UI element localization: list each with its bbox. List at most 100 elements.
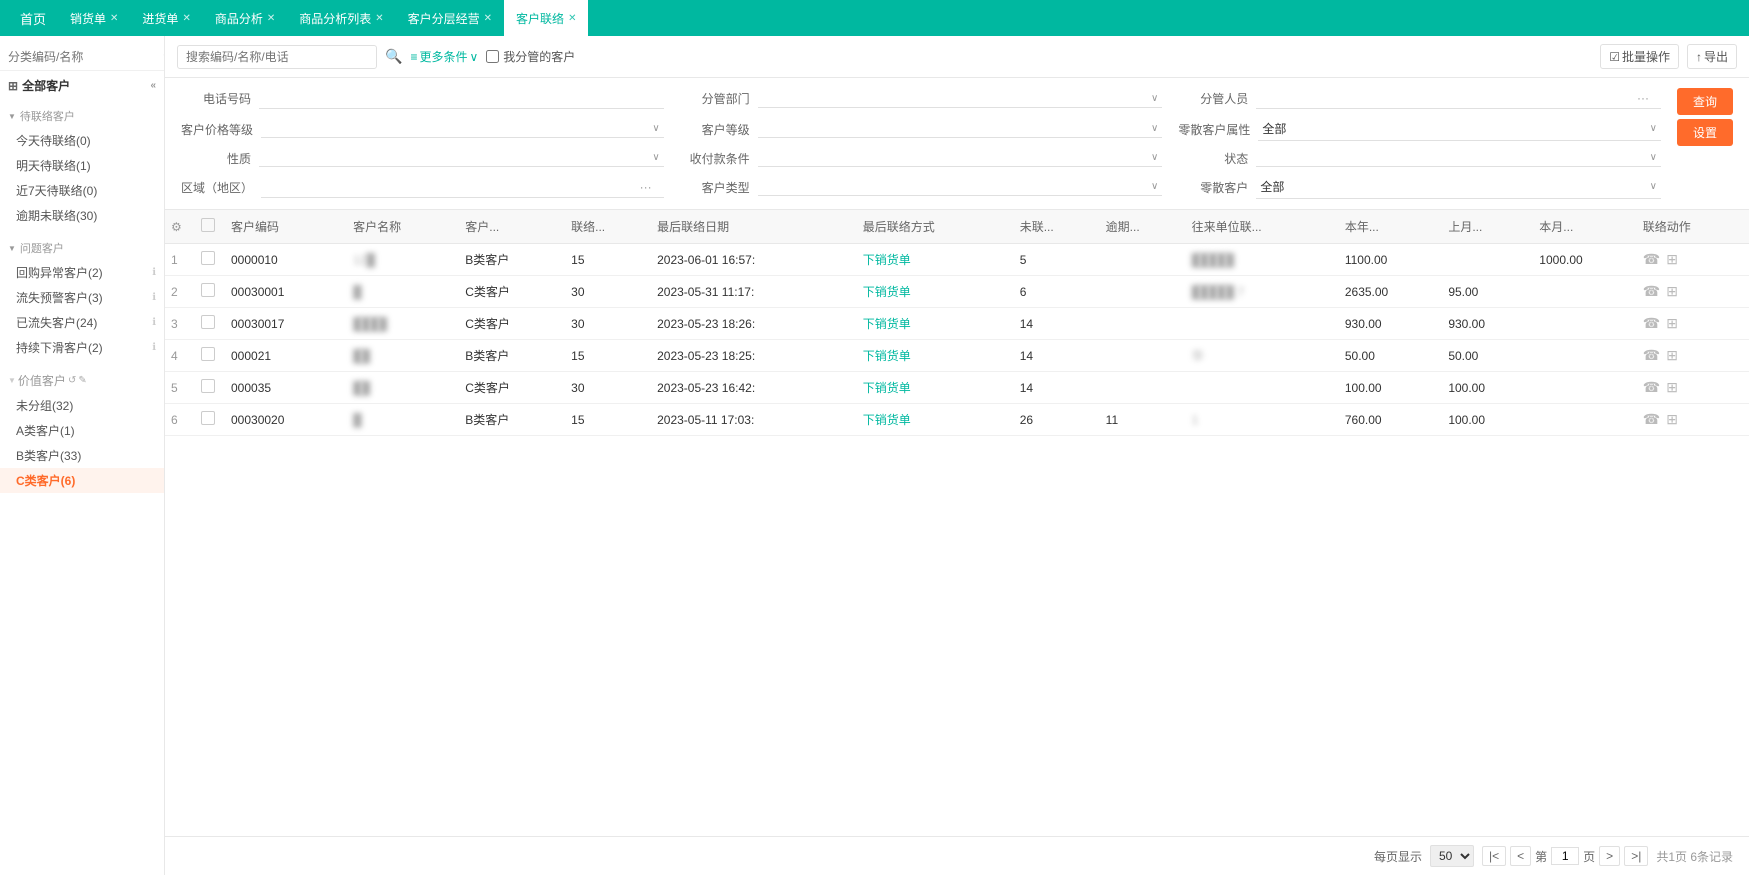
dots-icon[interactable]: ··· xyxy=(640,180,660,194)
filter-payment-select[interactable]: ∨ xyxy=(758,149,1163,167)
sidebar-search-bar[interactable]: 🔍 xyxy=(0,44,164,71)
row-actions: ☎ ⊞ xyxy=(1637,340,1749,372)
nav-customer-contact[interactable]: 客户联络 ✕ xyxy=(504,0,588,36)
row-last-contact-method[interactable]: 下销货单 xyxy=(857,372,1014,404)
nav-close-purchase[interactable]: ✕ xyxy=(182,13,190,24)
setting-button[interactable]: 设置 xyxy=(1677,119,1733,146)
row-checkbox[interactable] xyxy=(201,347,215,361)
sidebar-item-class-b[interactable]: B类客户(33) xyxy=(0,443,164,468)
refresh-icon[interactable]: ↺ xyxy=(68,375,76,386)
row-checkbox-cell[interactable] xyxy=(195,276,225,308)
th-last-contact-date: 最后联络日期 xyxy=(651,210,857,244)
row-checkbox-cell[interactable] xyxy=(195,372,225,404)
filter-customer-type-select[interactable]: ∨ xyxy=(758,178,1163,196)
filter-phone-input[interactable] xyxy=(259,88,664,109)
sidebar-item-churn-warning[interactable]: 流失预警客户(3) ℹ xyxy=(0,285,164,310)
contact-action-icon[interactable]: ☎ xyxy=(1643,315,1660,332)
nav-product-list[interactable]: 商品分析列表 ✕ xyxy=(287,0,395,36)
filter-retail-customer-select[interactable]: 全部 ∨ xyxy=(1256,175,1661,199)
first-page-button[interactable]: |< xyxy=(1482,846,1506,866)
more-action-icon[interactable]: ⊞ xyxy=(1666,411,1678,428)
row-last-contact-method[interactable]: 下销货单 xyxy=(857,276,1014,308)
row-checkbox[interactable] xyxy=(201,379,215,393)
row-last-contact-method[interactable]: 下销货单 xyxy=(857,340,1014,372)
nav-product-analysis[interactable]: 商品分析 ✕ xyxy=(203,0,287,36)
sidebar-item-declining[interactable]: 持续下滑客户(2) ℹ xyxy=(0,335,164,360)
more-action-icon[interactable]: ⊞ xyxy=(1666,347,1678,364)
filter-nature-select[interactable]: ∨ xyxy=(259,149,664,167)
row-checkbox[interactable] xyxy=(201,283,215,297)
row-checkbox-cell[interactable] xyxy=(195,244,225,276)
nav-close-customer-contact[interactable]: ✕ xyxy=(568,13,576,24)
filter-customer-level-select[interactable]: ∨ xyxy=(758,120,1163,138)
last-page-button[interactable]: >| xyxy=(1624,846,1648,866)
select-all-checkbox[interactable] xyxy=(201,218,215,232)
sidebar-item-churned[interactable]: 已流失客户(24) ℹ xyxy=(0,310,164,335)
contact-action-icon[interactable]: ☎ xyxy=(1643,411,1660,428)
sidebar-item-class-a[interactable]: A类客户(1) xyxy=(0,418,164,443)
nav-purchase[interactable]: 进货单 ✕ xyxy=(130,0,202,36)
th-settings[interactable]: ⚙ xyxy=(165,210,195,244)
sidebar-section-pending-title[interactable]: 待联络客户 xyxy=(0,104,164,128)
row-checkbox-cell[interactable] xyxy=(195,308,225,340)
more-action-icon[interactable]: ⊞ xyxy=(1666,283,1678,300)
more-conditions-button[interactable]: ≡ 更多条件 ∨ xyxy=(410,48,478,65)
edit-icon[interactable]: ✎ xyxy=(78,375,86,386)
row-checkbox-cell[interactable] xyxy=(195,404,225,436)
nav-sales[interactable]: 销货单 ✕ xyxy=(58,0,130,36)
page-input[interactable] xyxy=(1551,847,1579,865)
sidebar-collapse-icon[interactable]: « xyxy=(150,80,156,91)
row-last-contact-method[interactable]: 下销货单 xyxy=(857,244,1014,276)
filter-price-level-select[interactable]: ∨ xyxy=(261,120,664,138)
row-checkbox[interactable] xyxy=(201,411,215,425)
total-info: 共1页 6条记录 xyxy=(1656,848,1733,865)
filter-retail-attr-select[interactable]: 全部 ∨ xyxy=(1258,117,1661,141)
row-last-contact-method[interactable]: 下销货单 xyxy=(857,404,1014,436)
query-button[interactable]: 查询 xyxy=(1677,88,1733,115)
sidebar-item-today[interactable]: 今天待联络(0) xyxy=(0,128,164,153)
row-checkbox-cell[interactable] xyxy=(195,340,225,372)
filter-dept-select[interactable]: ∨ xyxy=(758,90,1163,108)
row-checkbox[interactable] xyxy=(201,315,215,329)
sidebar-search-input[interactable] xyxy=(8,50,163,64)
contact-action-icon[interactable]: ☎ xyxy=(1643,283,1660,300)
sidebar-item-7days[interactable]: 近7天待联络(0) xyxy=(0,178,164,203)
sidebar-all-customers[interactable]: ⊞ 全部客户 « xyxy=(0,71,164,100)
sidebar-item-unclassified[interactable]: 未分组(32) xyxy=(0,393,164,418)
row-last-contact-method[interactable]: 下销货单 xyxy=(857,308,1014,340)
filter-status-select[interactable]: ∨ xyxy=(1256,149,1661,167)
sidebar-section-problem-title[interactable]: 问题客户 xyxy=(0,236,164,260)
more-action-icon[interactable]: ⊞ xyxy=(1666,251,1678,268)
next-page-button[interactable]: > xyxy=(1599,846,1620,866)
more-action-icon[interactable]: ⊞ xyxy=(1666,315,1678,332)
more-action-icon[interactable]: ⊞ xyxy=(1666,379,1678,396)
contact-action-icon[interactable]: ☎ xyxy=(1643,347,1660,364)
my-customers-checkbox-label[interactable]: 我分管的客户 xyxy=(486,48,575,65)
export-button[interactable]: ↑ 导出 xyxy=(1687,44,1737,69)
filter-retail-attr: 零散客户属性 全部 ∨ xyxy=(1178,117,1661,141)
search-button[interactable]: 🔍 xyxy=(385,48,402,65)
sidebar-item-class-c[interactable]: C类客户(6) xyxy=(0,468,164,493)
my-customers-checkbox[interactable] xyxy=(486,50,499,63)
filter-region-select[interactable]: ··· xyxy=(261,177,664,198)
per-page-select[interactable]: 50 xyxy=(1430,845,1474,867)
batch-operation-button[interactable]: ☑ 批量操作 xyxy=(1600,44,1679,69)
nav-close-customer-segment[interactable]: ✕ xyxy=(484,13,492,24)
row-checkbox[interactable] xyxy=(201,251,215,265)
sidebar-item-repurchase-abnormal[interactable]: 回购异常客户(2) ℹ xyxy=(0,260,164,285)
th-checkbox[interactable] xyxy=(195,210,225,244)
nav-close-product-list[interactable]: ✕ xyxy=(375,13,383,24)
nav-home[interactable]: 首页 xyxy=(8,0,58,36)
sidebar-item-overdue[interactable]: 逾期未联络(30) xyxy=(0,203,164,228)
contact-action-icon[interactable]: ☎ xyxy=(1643,379,1660,396)
nav-customer-segment[interactable]: 客户分层经营 ✕ xyxy=(396,0,504,36)
dots-icon[interactable]: ··· xyxy=(1637,91,1657,105)
filter-manager-select[interactable]: ··· xyxy=(1256,88,1661,109)
search-input[interactable] xyxy=(177,45,377,69)
sidebar-item-tomorrow[interactable]: 明天待联络(1) xyxy=(0,153,164,178)
nav-close-product-analysis[interactable]: ✕ xyxy=(267,13,275,24)
prev-page-button[interactable]: < xyxy=(1510,846,1531,866)
contact-action-icon[interactable]: ☎ xyxy=(1643,251,1660,268)
gear-icon[interactable]: ⚙ xyxy=(171,220,182,234)
nav-close-sales[interactable]: ✕ xyxy=(110,13,118,24)
